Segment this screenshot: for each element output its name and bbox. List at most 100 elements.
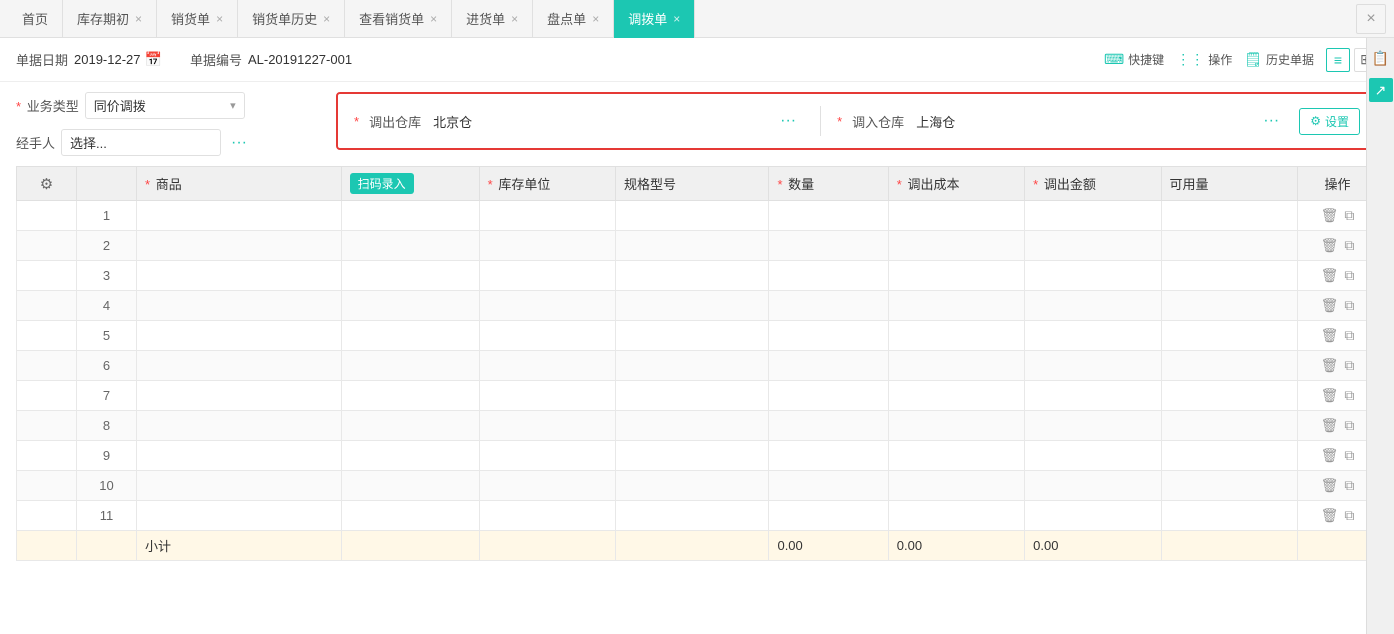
shortcuts-button[interactable]: ⌨ 快捷键 bbox=[1104, 51, 1164, 68]
tab-close-stocktake[interactable]: × bbox=[592, 13, 599, 25]
operations-button[interactable]: ⋮⋮ 操作 bbox=[1176, 51, 1232, 68]
sidebar-expand-icon[interactable]: ↗ bbox=[1369, 78, 1393, 102]
row-unit bbox=[479, 351, 615, 381]
tab-close-inventory-init[interactable]: × bbox=[135, 13, 142, 25]
copy-icon[interactable]: ⧉ bbox=[1344, 297, 1354, 314]
row-product[interactable] bbox=[137, 381, 342, 411]
gear-icon: ⚙ bbox=[1310, 114, 1321, 128]
delete-icon[interactable]: 🗑 bbox=[1321, 327, 1339, 344]
tab-stocktake[interactable]: 盘点单 × bbox=[533, 0, 614, 38]
row-product[interactable] bbox=[137, 291, 342, 321]
copy-icon[interactable]: ⧉ bbox=[1344, 447, 1354, 464]
row-actions-container: 🗑 ⧉ bbox=[1306, 447, 1369, 464]
footer-empty-5 bbox=[1161, 531, 1297, 561]
person-select[interactable]: 选择... bbox=[61, 129, 221, 156]
row-gear-cell bbox=[17, 201, 77, 231]
table-settings-button[interactable]: ⚙ bbox=[40, 175, 53, 193]
row-cost bbox=[888, 321, 1024, 351]
row-gear-cell bbox=[17, 291, 77, 321]
row-product[interactable] bbox=[137, 441, 342, 471]
tab-home[interactable]: 首页 bbox=[8, 0, 63, 38]
number-label: 单据编号 bbox=[190, 50, 242, 69]
row-product[interactable] bbox=[137, 501, 342, 531]
delete-icon[interactable]: 🗑 bbox=[1321, 447, 1339, 464]
tab-transfer[interactable]: 调拨单 × bbox=[614, 0, 695, 38]
row-product[interactable] bbox=[137, 471, 342, 501]
copy-icon[interactable]: ⧉ bbox=[1344, 387, 1354, 404]
delete-icon[interactable]: 🗑 bbox=[1321, 417, 1339, 434]
tab-close-purchase[interactable]: × bbox=[511, 13, 518, 25]
delete-icon[interactable]: 🗑 bbox=[1321, 297, 1339, 314]
tab-close-sales-history[interactable]: × bbox=[323, 13, 330, 25]
copy-icon[interactable]: ⧉ bbox=[1344, 357, 1354, 374]
delete-icon[interactable]: 🗑 bbox=[1321, 507, 1339, 524]
tab-sales-order[interactable]: 销货单 × bbox=[157, 0, 238, 38]
row-product[interactable] bbox=[137, 351, 342, 381]
row-gear-cell bbox=[17, 411, 77, 441]
tab-sales-history[interactable]: 销货单历史 × bbox=[238, 0, 345, 38]
history-button[interactable]: 🗒 历史单据 bbox=[1244, 51, 1314, 68]
person-more-icon[interactable]: ··· bbox=[231, 134, 247, 152]
keyboard-icon: ⌨ bbox=[1104, 51, 1124, 68]
copy-icon[interactable]: ⧉ bbox=[1344, 327, 1354, 344]
row-qty bbox=[769, 231, 888, 261]
tab-purchase[interactable]: 进货单 × bbox=[452, 0, 533, 38]
copy-icon[interactable]: ⧉ bbox=[1344, 207, 1354, 224]
footer-qty: 0.00 bbox=[769, 531, 888, 561]
row-scan bbox=[341, 201, 479, 231]
row-qty bbox=[769, 201, 888, 231]
row-product[interactable] bbox=[137, 411, 342, 441]
delete-icon[interactable]: 🗑 bbox=[1321, 207, 1339, 224]
row-product[interactable] bbox=[137, 321, 342, 351]
row-avail bbox=[1161, 501, 1297, 531]
warehouse-divider bbox=[820, 106, 821, 136]
table-wrapper: ⚙ * 商品 扫码录入 * 库存单位 规格型号 bbox=[0, 166, 1394, 561]
tab-view-sales[interactable]: 查看销货单 × bbox=[345, 0, 452, 38]
copy-icon[interactable]: ⧉ bbox=[1344, 477, 1354, 494]
row-actions-container: 🗑 ⧉ bbox=[1306, 477, 1369, 494]
toolbar: 单据日期 2019-12-27 📅 单据编号 AL-20191227-001 ⌨… bbox=[0, 38, 1394, 82]
row-scan bbox=[341, 411, 479, 441]
tab-close-view-sales[interactable]: × bbox=[430, 13, 437, 25]
close-all-tabs-button[interactable]: × bbox=[1356, 4, 1386, 34]
delete-icon[interactable]: 🗑 bbox=[1321, 477, 1339, 494]
copy-icon[interactable]: ⧉ bbox=[1344, 237, 1354, 254]
calendar-icon[interactable]: 📅 bbox=[145, 51, 162, 68]
row-spec bbox=[616, 501, 769, 531]
tab-close-transfer[interactable]: × bbox=[673, 13, 680, 25]
copy-icon[interactable]: ⧉ bbox=[1344, 507, 1354, 524]
in-warehouse-more-icon[interactable]: ··· bbox=[1263, 112, 1279, 130]
table-row: 8 🗑 ⧉ bbox=[17, 411, 1378, 441]
out-warehouse-more-icon[interactable]: ··· bbox=[780, 112, 796, 130]
warehouse-section: * 调出仓库 北京仓 ··· * 调入仓库 上海仓 ··· ⚙ 设置 bbox=[336, 92, 1378, 150]
delete-icon[interactable]: 🗑 bbox=[1321, 267, 1339, 284]
sidebar-notes-icon[interactable]: 📋 bbox=[1369, 46, 1393, 70]
col-header-avail: 可用量 bbox=[1161, 167, 1297, 201]
row-gear-cell bbox=[17, 471, 77, 501]
delete-icon[interactable]: 🗑 bbox=[1321, 387, 1339, 404]
row-product[interactable] bbox=[137, 261, 342, 291]
row-qty bbox=[769, 351, 888, 381]
row-product[interactable] bbox=[137, 231, 342, 261]
delete-icon[interactable]: 🗑 bbox=[1321, 237, 1339, 254]
row-gear-cell bbox=[17, 381, 77, 411]
row-actions-container: 🗑 ⧉ bbox=[1306, 267, 1369, 284]
tab-inventory-init[interactable]: 库存期初 × bbox=[63, 0, 157, 38]
row-gear-cell bbox=[17, 261, 77, 291]
scan-input-button[interactable]: 扫码录入 bbox=[350, 173, 414, 194]
row-unit bbox=[479, 441, 615, 471]
col-header-spec: 规格型号 bbox=[616, 167, 769, 201]
copy-icon[interactable]: ⧉ bbox=[1344, 267, 1354, 284]
row-qty bbox=[769, 441, 888, 471]
row-product[interactable] bbox=[137, 201, 342, 231]
tab-close-sales-order[interactable]: × bbox=[216, 13, 223, 25]
row-spec bbox=[616, 201, 769, 231]
setting-button[interactable]: ⚙ 设置 bbox=[1299, 108, 1360, 135]
delete-icon[interactable]: 🗑 bbox=[1321, 357, 1339, 374]
row-amount bbox=[1025, 381, 1161, 411]
tab-bar: 首页 库存期初 × 销货单 × 销货单历史 × 查看销货单 × 进货单 × 盘点… bbox=[0, 0, 1394, 38]
copy-icon[interactable]: ⧉ bbox=[1344, 417, 1354, 434]
business-type-select[interactable]: 同价调拨 ▾ bbox=[85, 92, 245, 119]
layout-list-button[interactable]: ≡ bbox=[1326, 48, 1350, 72]
row-gear-cell bbox=[17, 231, 77, 261]
